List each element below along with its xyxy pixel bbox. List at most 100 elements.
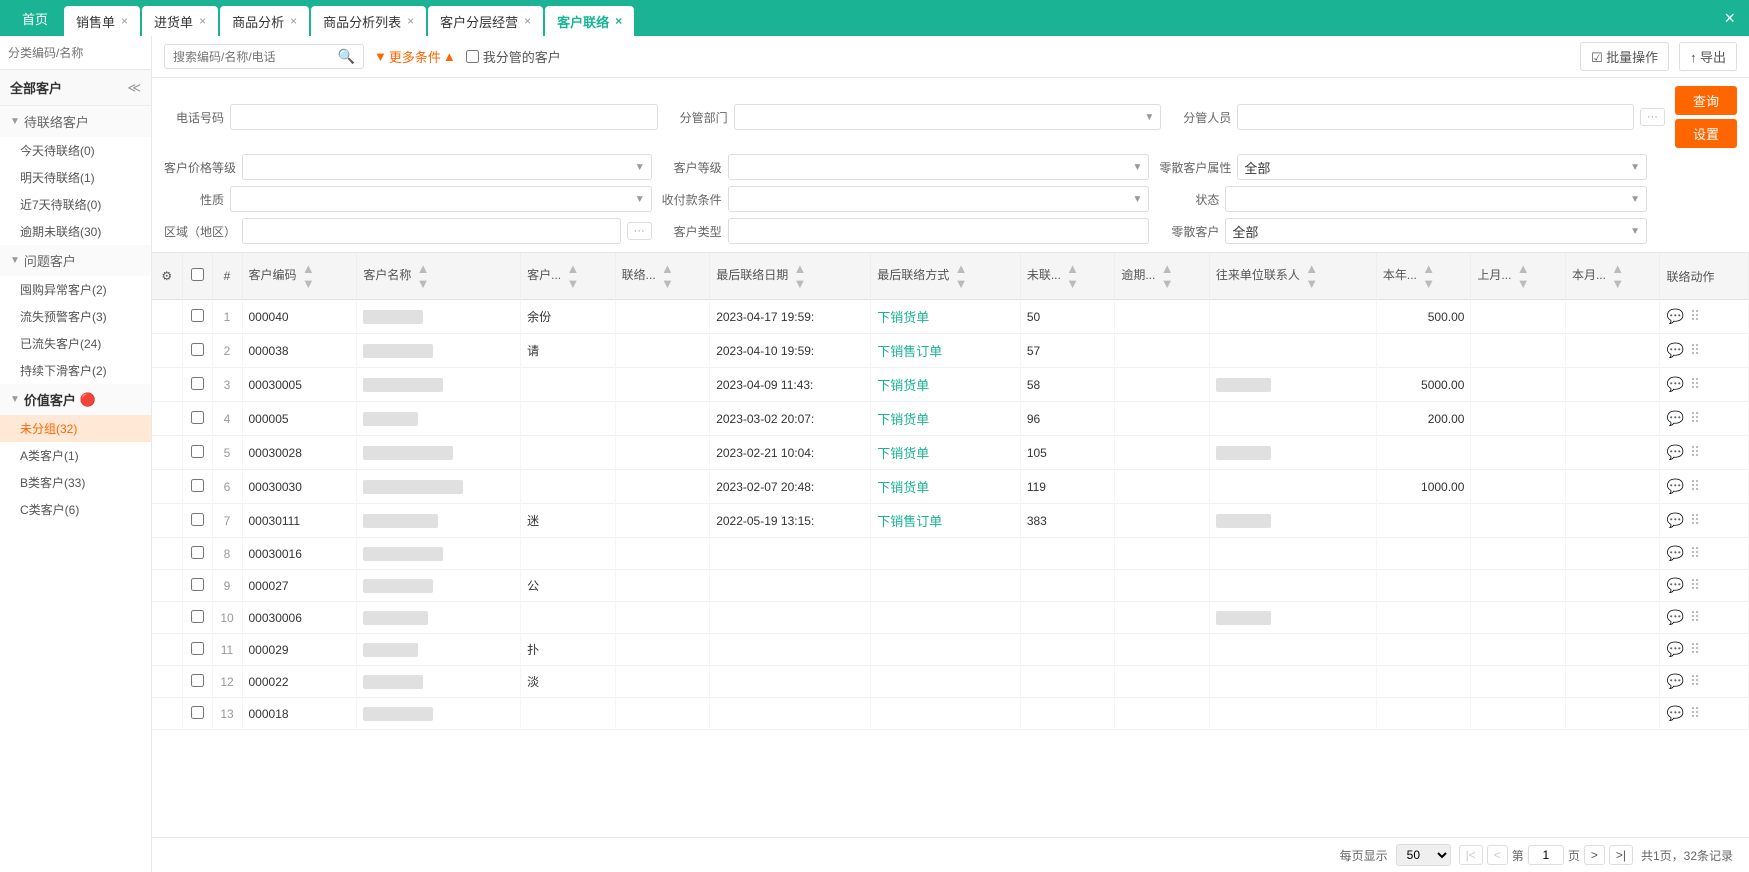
tab-purchase-order[interactable]: 进货单 × xyxy=(142,6,218,36)
main-search-icon[interactable]: 🔍 xyxy=(338,48,355,65)
more-action-icon[interactable]: ⠿ xyxy=(1690,577,1700,594)
row-check-cell[interactable] xyxy=(182,334,212,368)
th-contact[interactable]: 联络... ▲▼ xyxy=(615,253,710,300)
th-this-month[interactable]: 本月... ▲▼ xyxy=(1565,253,1660,300)
prev-page-button[interactable]: < xyxy=(1487,845,1508,865)
manager-more-button[interactable]: ··· xyxy=(1640,108,1665,126)
row-checkbox[interactable] xyxy=(191,578,204,591)
th-check[interactable] xyxy=(182,253,212,300)
main-search-input[interactable] xyxy=(173,50,334,64)
row-check-cell[interactable] xyxy=(182,666,212,698)
sidebar-item-class-c[interactable]: C类客户(6) xyxy=(0,496,151,523)
row-check-cell[interactable] xyxy=(182,470,212,504)
more-action-icon[interactable]: ⠿ xyxy=(1690,342,1700,359)
sidebar-item-churned[interactable]: 已流失客户(24) xyxy=(0,330,151,357)
last-method-link[interactable]: 下销货单 xyxy=(877,310,929,325)
th-this-year[interactable]: 本年... ▲▼ xyxy=(1376,253,1471,300)
contact-icon[interactable]: 💬 xyxy=(1666,342,1683,359)
more-action-icon[interactable]: ⠿ xyxy=(1690,376,1700,393)
more-action-icon[interactable]: ⠿ xyxy=(1690,478,1700,495)
row-check-cell[interactable] xyxy=(182,436,212,470)
row-checkbox[interactable] xyxy=(191,642,204,655)
home-tab[interactable]: 首页 xyxy=(8,0,62,36)
tab-product-list[interactable]: 商品分析列表 × xyxy=(311,6,426,36)
row-check-cell[interactable] xyxy=(182,402,212,436)
tab-sales-order[interactable]: 销售单 × xyxy=(64,6,140,36)
close-icon-product-list[interactable]: × xyxy=(407,14,414,28)
th-last-date[interactable]: 最后联络日期 ▲▼ xyxy=(710,253,871,300)
more-action-icon[interactable]: ⠿ xyxy=(1690,673,1700,690)
close-icon-sales[interactable]: × xyxy=(121,14,128,28)
last-method-link[interactable]: 下销货单 xyxy=(877,378,929,393)
row-checkbox[interactable] xyxy=(191,513,204,526)
sidebar-item-unclassified[interactable]: 未分组(32) xyxy=(0,415,151,442)
th-gear[interactable]: ⚙ xyxy=(152,253,182,300)
last-method-link[interactable]: 下销货单 xyxy=(877,480,929,495)
last-method-link[interactable]: 下销售订单 xyxy=(877,344,942,359)
all-customers-header[interactable]: 全部客户 ≪ xyxy=(0,70,151,106)
row-check-cell[interactable] xyxy=(182,538,212,570)
row-check-cell[interactable] xyxy=(182,300,212,334)
more-action-icon[interactable]: ⠿ xyxy=(1690,308,1700,325)
row-checkbox[interactable] xyxy=(191,309,204,322)
tab-customer-segment[interactable]: 客户分层经营 × xyxy=(428,6,543,36)
contact-icon[interactable]: 💬 xyxy=(1666,308,1683,325)
contact-icon[interactable]: 💬 xyxy=(1666,705,1683,722)
row-checkbox[interactable] xyxy=(191,479,204,492)
close-icon-customer-segment[interactable]: × xyxy=(524,14,531,28)
more-action-icon[interactable]: ⠿ xyxy=(1690,512,1700,529)
row-check-cell[interactable] xyxy=(182,698,212,730)
nature-select[interactable]: ▼ xyxy=(230,186,652,212)
retail-attr-select[interactable]: 全部 ▼ xyxy=(1237,154,1647,180)
more-action-icon[interactable]: ⠿ xyxy=(1690,545,1700,562)
contact-icon[interactable]: 💬 xyxy=(1666,609,1683,626)
row-check-cell[interactable] xyxy=(182,368,212,402)
sidebar-item-declining[interactable]: 持续下滑客户(2) xyxy=(0,357,151,384)
contact-icon[interactable]: 💬 xyxy=(1666,512,1683,529)
export-button[interactable]: ↑ 导出 xyxy=(1679,42,1737,71)
more-action-icon[interactable]: ⠿ xyxy=(1690,410,1700,427)
dept-select[interactable]: ▼ xyxy=(734,104,1162,130)
first-page-button[interactable]: |< xyxy=(1459,845,1483,865)
last-page-button[interactable]: >| xyxy=(1609,845,1633,865)
sidebar-item-class-b[interactable]: B类客户(33) xyxy=(0,469,151,496)
sidebar-item-abnormal-hoard[interactable]: 囤购异常客户(2) xyxy=(0,276,151,303)
next-page-button[interactable]: > xyxy=(1584,845,1605,865)
sidebar-item-overdue[interactable]: 逾期未联络(30) xyxy=(0,218,151,245)
row-checkbox[interactable] xyxy=(191,343,204,356)
collapse-icon[interactable]: ≪ xyxy=(127,80,141,96)
contact-icon[interactable]: 💬 xyxy=(1666,376,1683,393)
th-type[interactable]: 客户... ▲▼ xyxy=(521,253,616,300)
more-action-icon[interactable]: ⠿ xyxy=(1690,705,1700,722)
sidebar-item-7days[interactable]: 近7天待联络(0) xyxy=(0,191,151,218)
row-checkbox[interactable] xyxy=(191,706,204,719)
more-action-icon[interactable]: ⠿ xyxy=(1690,444,1700,461)
last-method-link[interactable]: 下销货单 xyxy=(877,446,929,461)
contact-icon[interactable]: 💬 xyxy=(1666,641,1683,658)
row-checkbox[interactable] xyxy=(191,377,204,390)
sidebar-search-input[interactable] xyxy=(8,46,152,60)
th-uncontacted[interactable]: 未联... ▲▼ xyxy=(1020,253,1115,300)
close-icon-product-analysis[interactable]: × xyxy=(290,14,297,28)
contact-icon[interactable]: 💬 xyxy=(1666,478,1683,495)
status-select[interactable]: ▼ xyxy=(1225,186,1647,212)
close-icon-customer-contact[interactable]: × xyxy=(615,14,622,28)
close-icon-purchase[interactable]: × xyxy=(199,14,206,28)
contact-icon[interactable]: 💬 xyxy=(1666,545,1683,562)
reset-button[interactable]: 设置 xyxy=(1675,119,1737,148)
region-more-button[interactable]: ··· xyxy=(627,222,652,240)
payment-select[interactable]: ▼ xyxy=(728,186,1150,212)
customer-type-input[interactable] xyxy=(728,218,1150,244)
contact-icon[interactable]: 💬 xyxy=(1666,444,1683,461)
section-value-customers[interactable]: ▼ 价值客户 🔴 xyxy=(0,384,151,415)
tab-product-analysis[interactable]: 商品分析 × xyxy=(220,6,309,36)
batch-operations-button[interactable]: ☑ 批量操作 xyxy=(1580,42,1669,71)
tab-customer-contact[interactable]: 客户联络 × xyxy=(545,6,634,36)
row-checkbox[interactable] xyxy=(191,610,204,623)
retail-select[interactable]: 全部 ▼ xyxy=(1225,218,1647,244)
th-overdue[interactable]: 逾期... ▲▼ xyxy=(1115,253,1210,300)
more-filters-button[interactable]: ▼ 更多条件 ▲ xyxy=(374,47,456,66)
my-customers-checkbox[interactable] xyxy=(466,50,479,63)
sidebar-item-tomorrow[interactable]: 明天待联络(1) xyxy=(0,164,151,191)
th-last-method[interactable]: 最后联络方式 ▲▼ xyxy=(871,253,1021,300)
